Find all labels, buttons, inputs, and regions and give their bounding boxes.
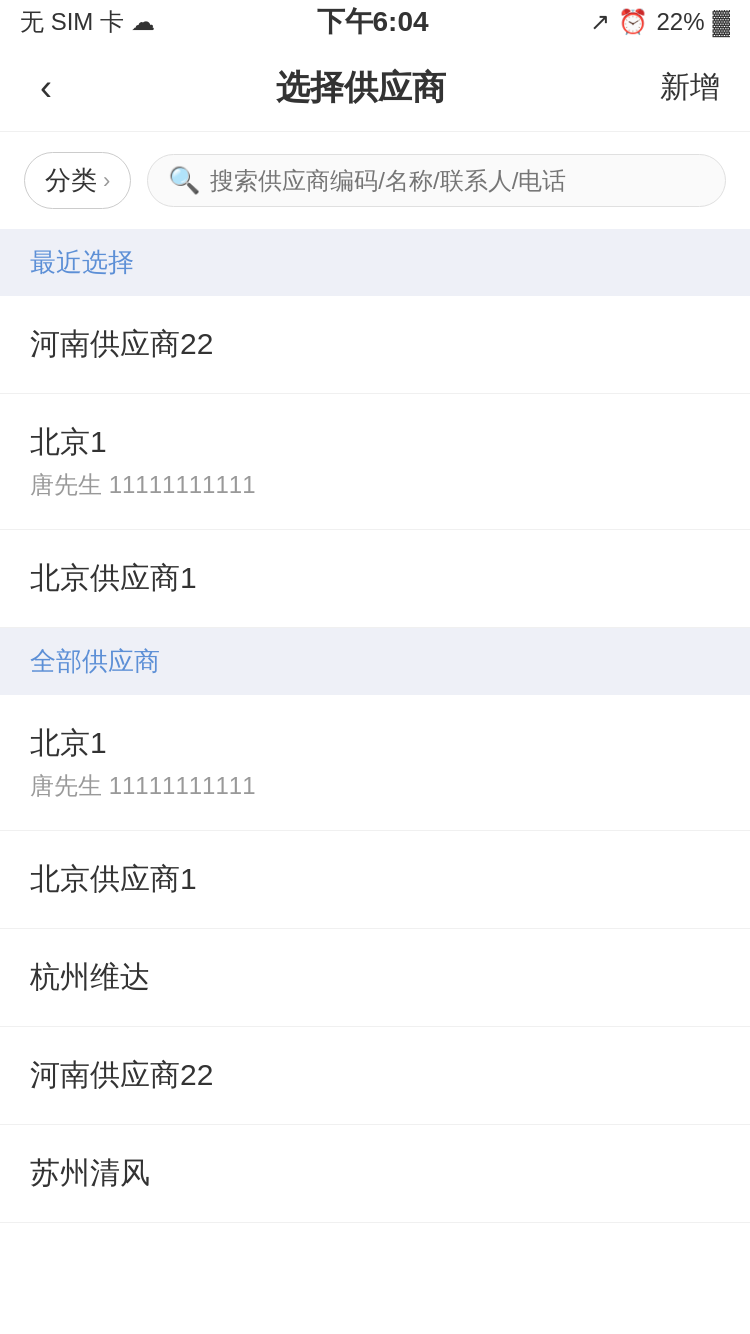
list-item-sub: 唐先生 11111111111 <box>30 770 720 802</box>
all-list-item[interactable]: 河南供应商22 <box>0 1027 750 1125</box>
no-sim-label: 无 SIM 卡 ☁ <box>20 6 155 38</box>
all-items-list: 北京1 唐先生 11111111111 北京供应商1 杭州维达河南供应商22 苏州清风 <box>0 695 750 1223</box>
recent-section-header: 最近选择 <box>0 229 750 296</box>
search-icon: 🔍 <box>168 165 200 196</box>
list-item-sub: 唐先生 11111111111 <box>30 469 720 501</box>
nav-bar: ‹ 选择供应商 新增 <box>0 44 750 132</box>
list-item-name: 北京1 <box>30 723 720 764</box>
recent-list-item[interactable]: 北京1 唐先生 11111111111 <box>0 394 750 530</box>
status-left: 无 SIM 卡 ☁ <box>20 6 155 38</box>
battery-label: 22% <box>656 8 704 36</box>
back-button[interactable]: ‹ <box>30 57 62 119</box>
all-list-item[interactable]: 杭州维达 <box>0 929 750 1027</box>
all-list-item[interactable]: 苏州清风 <box>0 1125 750 1223</box>
list-item-name: 北京供应商1 <box>30 558 720 599</box>
list-item-name: 杭州维达 <box>30 957 720 998</box>
list-item-name: 北京1 <box>30 422 720 463</box>
status-time: 下午6:04 <box>317 3 429 41</box>
alarm-icon: ⏰ <box>618 8 648 36</box>
all-section-label: 全部供应商 <box>30 646 160 676</box>
search-input[interactable] <box>210 167 705 195</box>
filter-bar: 分类 › 🔍 <box>0 132 750 229</box>
category-label: 分类 <box>45 163 97 198</box>
category-filter-button[interactable]: 分类 › <box>24 152 131 209</box>
battery-icon: ▓ <box>712 8 730 36</box>
all-section-header: 全部供应商 <box>0 628 750 695</box>
recent-section-label: 最近选择 <box>30 247 134 277</box>
recent-list-item[interactable]: 北京供应商1 <box>0 530 750 628</box>
list-item-name: 北京供应商1 <box>30 859 720 900</box>
status-right: ↗ ⏰ 22% ▓ <box>590 8 730 36</box>
status-bar: 无 SIM 卡 ☁ 下午6:04 ↗ ⏰ 22% ▓ <box>0 0 750 44</box>
list-item-name: 河南供应商22 <box>30 324 720 365</box>
category-chevron-icon: › <box>103 168 110 194</box>
recent-items-list: 河南供应商22 北京1 唐先生 11111111111 北京供应商1 <box>0 296 750 628</box>
location-icon: ↗ <box>590 8 610 36</box>
page-title: 选择供应商 <box>276 65 446 111</box>
add-button[interactable]: 新增 <box>660 67 720 108</box>
all-list-item[interactable]: 北京1 唐先生 11111111111 <box>0 695 750 831</box>
all-list-item[interactable]: 北京供应商1 <box>0 831 750 929</box>
list-item-name: 苏州清风 <box>30 1153 720 1194</box>
recent-list-item[interactable]: 河南供应商22 <box>0 296 750 394</box>
search-box[interactable]: 🔍 <box>147 154 726 207</box>
list-item-name: 河南供应商22 <box>30 1055 720 1096</box>
